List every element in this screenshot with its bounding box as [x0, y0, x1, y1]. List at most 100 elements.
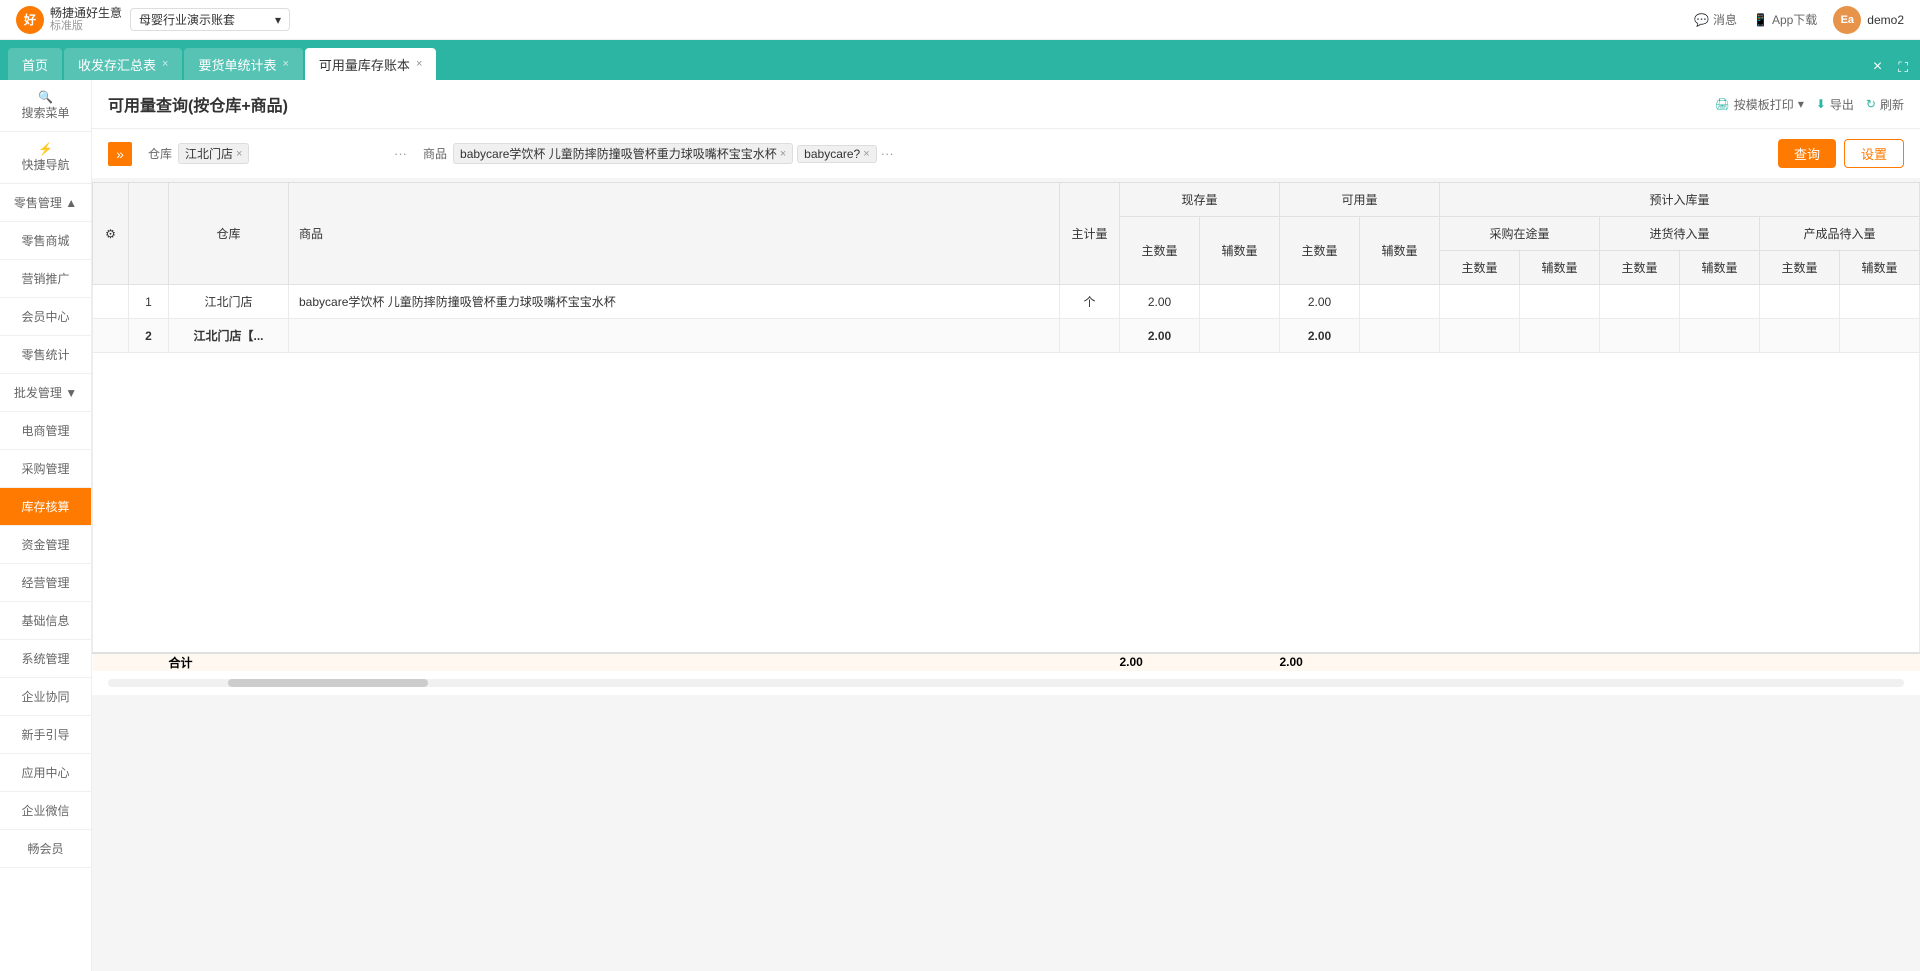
sidebar-item-system-mgmt-label: 系统管理 — [21, 650, 69, 667]
sidebar-quick-nav[interactable]: ⚡ 快捷导航 — [0, 132, 91, 184]
sidebar-item-retail-mgmt[interactable]: 零售管理 ▲ — [0, 184, 91, 222]
warehouse-label: 仓库 — [148, 145, 172, 162]
product-tag-2[interactable]: babycare? × — [797, 145, 876, 163]
subtotal-index: 2 — [129, 319, 169, 353]
sidebar-item-retail-stats-label: 零售统计 — [21, 346, 69, 363]
scrollbar-track[interactable] — [108, 679, 1904, 687]
th-incoming-pending: 进货待入量 — [1600, 217, 1760, 251]
refresh-btn[interactable]: ↻ 刷新 — [1866, 96, 1904, 113]
th-product-aux: 辅数量 — [1840, 251, 1920, 285]
sidebar-item-marketing[interactable]: 营销推广 — [0, 260, 91, 298]
sidebar-item-wholesale-mgmt[interactable]: 批发管理 ▼ — [0, 374, 91, 412]
sidebar-item-basic-info[interactable]: 基础信息 — [0, 602, 91, 640]
warehouse-tag-text: 江北门店 — [185, 145, 233, 162]
export-label: 导出 — [1830, 96, 1854, 113]
sidebar-item-ecommerce-mgmt[interactable]: 电商管理 — [0, 412, 91, 450]
avatar: Ea — [1833, 6, 1861, 34]
th-product: 商品 — [289, 183, 1060, 285]
tab-available-stock[interactable]: 可用量库存账本 × — [305, 48, 436, 80]
message-label: 消息 — [1713, 11, 1737, 28]
expand-filter-btn[interactable]: » — [108, 142, 132, 166]
th-product-pending: 产成品待入量 — [1760, 217, 1920, 251]
sidebar-item-retail-mall[interactable]: 零售商城 — [0, 222, 91, 260]
sidebar-item-system-mgmt[interactable]: 系统管理 — [0, 640, 91, 678]
sidebar-item-retail-stats[interactable]: 零售统计 — [0, 336, 91, 374]
sidebar-item-business-mgmt[interactable]: 经营管理 — [0, 564, 91, 602]
total-current-aux — [1200, 653, 1280, 671]
th-unit: 主计量 — [1060, 183, 1120, 285]
sidebar-item-finance-mgmt-label: 资金管理 — [21, 536, 69, 553]
sidebar-item-app-center[interactable]: 应用中心 — [0, 754, 91, 792]
row-1-product-aux — [1840, 285, 1920, 319]
tab-available-stock-close[interactable]: × — [416, 58, 422, 70]
app-download-btn[interactable]: 📱 App下载 — [1753, 11, 1817, 28]
th-product-main: 主数量 — [1760, 251, 1840, 285]
row-1-warehouse: 江北门店 — [169, 285, 289, 319]
filter-bar: » 仓库 江北门店 × ··· 商品 babycare学饮杯 儿童防摔防撞吸管杯… — [92, 129, 1920, 178]
print-label: 按模板打印 — [1734, 96, 1794, 113]
sidebar-item-finance-mgmt[interactable]: 资金管理 — [0, 526, 91, 564]
subtotal-avail-aux — [1360, 319, 1440, 353]
print-btn[interactable]: 🖨 按模板打印 ▾ — [1715, 96, 1804, 113]
tab-receive-close[interactable]: × — [162, 58, 168, 70]
sidebar-item-member[interactable]: 畅会员 — [0, 830, 91, 868]
query-button[interactable]: 查询 — [1778, 139, 1836, 168]
close-all-tabs-btn[interactable]: × — [1869, 54, 1886, 80]
product-tag-1-remove[interactable]: × — [780, 148, 786, 160]
quick-nav-icon: ⚡ — [38, 142, 53, 156]
subtotal-product-aux — [1840, 319, 1920, 353]
sidebar-item-member-center[interactable]: 会员中心 — [0, 298, 91, 336]
sidebar-item-basic-info-label: 基础信息 — [21, 612, 69, 629]
workspace-arrow: ▾ — [275, 13, 281, 27]
product-tag-1-text: babycare学饮杯 儿童防摔防撞吸管杯重力球吸嘴杯宝宝水杯 — [460, 145, 777, 162]
tab-receive[interactable]: 收发存汇总表 × — [64, 48, 182, 80]
row-1-index: 1 — [129, 285, 169, 319]
warehouse-tag-jiangbei[interactable]: 江北门店 × — [178, 143, 249, 164]
product-tag-2-remove[interactable]: × — [863, 148, 869, 160]
export-btn[interactable]: ⬇ 导出 — [1816, 96, 1854, 113]
sidebar-item-wholesale-mgmt-label: 批发管理 ▼ — [14, 384, 77, 401]
sidebar-item-new-guide[interactable]: 新手引导 — [0, 716, 91, 754]
tab-order-stats-label: 要货单统计表 — [198, 55, 276, 74]
th-available: 可用量 — [1280, 183, 1440, 217]
fullscreen-btn[interactable]: ⛶ — [1894, 55, 1912, 80]
setting-button[interactable]: 设置 — [1844, 139, 1904, 168]
total-incoming-main — [1600, 653, 1680, 671]
top-bar-left: 好 畅捷通好生意 标准版 母婴行业演示账套 ▾ — [16, 6, 290, 34]
sidebar-item-business-mgmt-label: 经营管理 — [21, 574, 69, 591]
total-avail-aux — [1360, 653, 1440, 671]
message-btn[interactable]: 💬 消息 — [1694, 11, 1737, 28]
total-index — [129, 653, 169, 671]
quick-nav-label: 快捷导航 — [21, 158, 69, 172]
table-row: 1 江北门店 babycare学饮杯 儿童防摔防撞吸管杯重力球吸嘴杯宝宝水杯 个… — [93, 285, 1920, 319]
total-unit — [1060, 653, 1120, 671]
workspace-selector[interactable]: 母婴行业演示账套 ▾ — [130, 8, 290, 31]
th-forecast: 预计入库量 — [1440, 183, 1920, 217]
empty-space — [93, 353, 1920, 653]
tab-home-label: 首页 — [22, 55, 48, 74]
warehouse-filter: 仓库 江北门店 × — [148, 143, 378, 164]
sidebar-item-new-guide-label: 新手引导 — [21, 726, 69, 743]
warehouse-tag-area: 江北门店 × — [178, 143, 378, 164]
sidebar-item-inventory-check[interactable]: 库存核算 — [0, 488, 91, 526]
workspace-name: 母婴行业演示账套 — [139, 11, 235, 28]
th-current-main: 主数量 — [1120, 217, 1200, 285]
logo-icon: 好 — [16, 6, 44, 34]
sidebar-item-purchase-mgmt[interactable]: 采购管理 — [0, 450, 91, 488]
th-incoming-aux: 辅数量 — [1680, 251, 1760, 285]
filter-actions: 查询 设置 — [1778, 139, 1904, 168]
logo-area: 好 畅捷通好生意 标准版 — [16, 6, 122, 34]
tab-home[interactable]: 首页 — [8, 48, 62, 80]
scrollbar-thumb[interactable] — [228, 679, 428, 687]
page-title: 可用量查询(按仓库+商品) — [108, 92, 288, 116]
product-tag-1[interactable]: babycare学饮杯 儿童防摔防撞吸管杯重力球吸嘴杯宝宝水杯 × — [453, 143, 793, 164]
warehouse-tag-remove[interactable]: × — [236, 148, 242, 160]
sidebar-item-enterprise-collab[interactable]: 企业协同 — [0, 678, 91, 716]
tab-order-stats-close[interactable]: × — [282, 58, 288, 70]
tab-order-stats[interactable]: 要货单统计表 × — [184, 48, 302, 80]
sidebar-item-enterprise-wechat[interactable]: 企业微信 — [0, 792, 91, 830]
row-1-avail-main: 2.00 — [1280, 285, 1360, 319]
th-purchase-aux: 辅数量 — [1520, 251, 1600, 285]
sidebar-search-menu[interactable]: 🔍 搜索菜单 — [0, 80, 91, 132]
warehouse-more[interactable]: ··· — [394, 146, 407, 161]
